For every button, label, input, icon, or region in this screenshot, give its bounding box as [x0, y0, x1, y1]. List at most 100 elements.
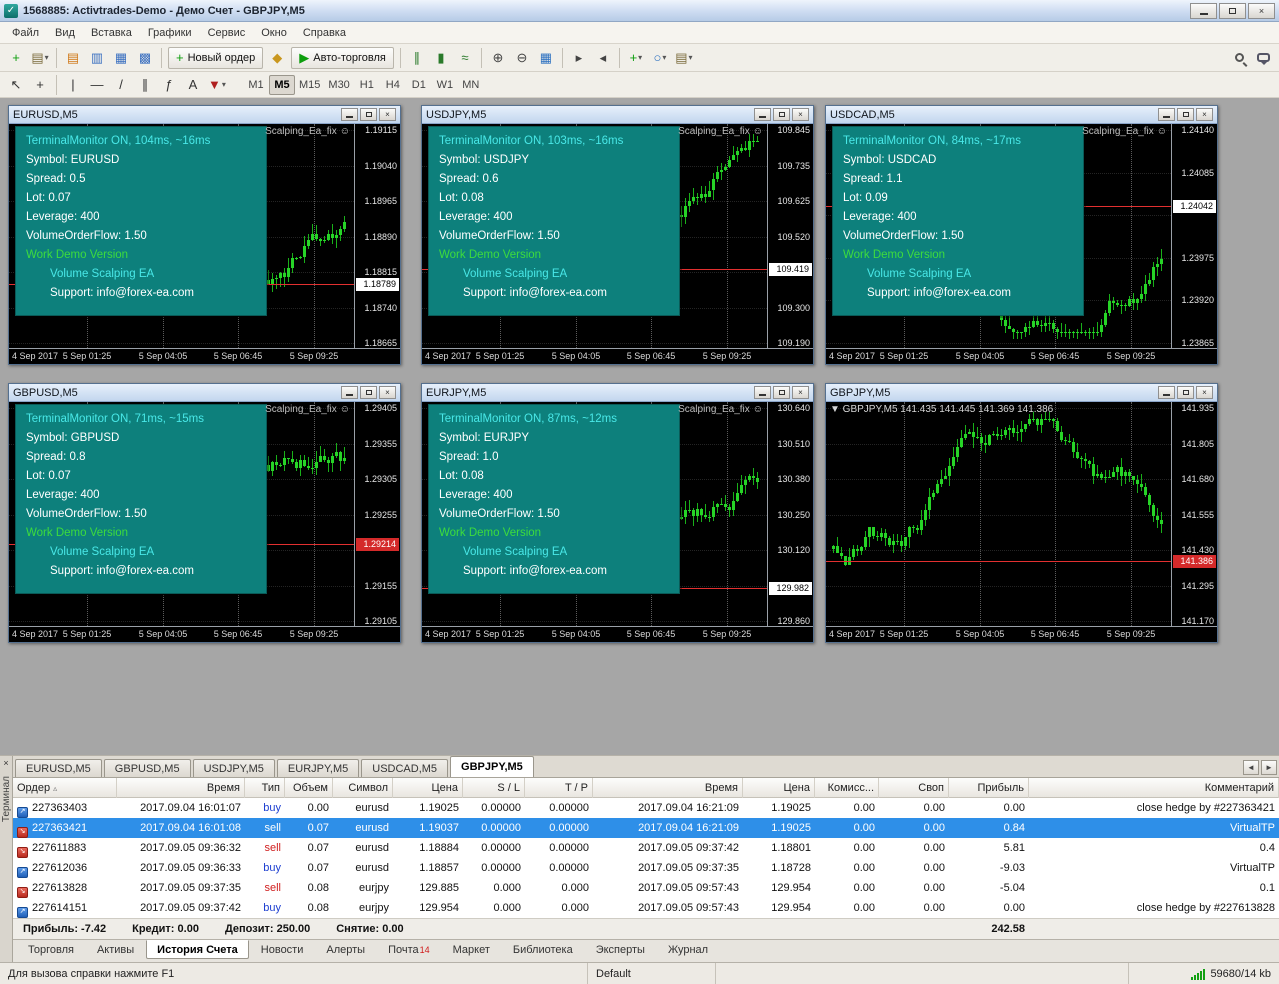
chart-window-eurjpy[interactable]: EURJPY,M5 × TerminalMonitor ON, 87ms, ~12m… — [421, 383, 814, 643]
menu-item-0[interactable]: Файл — [4, 24, 47, 42]
chart-window-eurusd[interactable]: EURUSD,M5 × TerminalMonitor ON, 104ms, ~16… — [8, 105, 401, 365]
horizontal-line-button[interactable]: — — [85, 74, 109, 96]
chart-title-bar[interactable]: GBPUSD,M5 × — [9, 384, 400, 402]
auto-scroll-button[interactable]: ▸ — [567, 47, 591, 69]
status-profile[interactable]: Default — [588, 963, 716, 984]
terminal-tab-почта[interactable]: Почта 14 — [377, 940, 441, 959]
time-axis[interactable]: 4 Sep 2017 5 Sep 01:25 5 Sep 04:05 5 Sep 06… — [9, 626, 400, 641]
chart-plot[interactable]: TerminalMonitor ON, 84ms, ~17ms Symbol: U… — [826, 124, 1171, 348]
time-axis[interactable]: 4 Sep 2017 5 Sep 01:25 5 Sep 04:05 5 Sep 06… — [422, 348, 813, 363]
trend-line-button[interactable]: / — [109, 74, 133, 96]
chart-plot[interactable]: TerminalMonitor ON, 103ms, ~16ms Symbol: … — [422, 124, 767, 348]
time-axis[interactable]: 4 Sep 2017 5 Sep 01:25 5 Sep 04:05 5 Sep 06… — [9, 348, 400, 363]
zoom-out-button[interactable]: ⊖ — [510, 47, 534, 69]
chart-tab-usdjpy[interactable]: USDJPY,M5 — [192, 759, 275, 777]
chart-restore-button[interactable] — [1177, 108, 1194, 121]
chart-plot[interactable]: TerminalMonitor ON, 104ms, ~16ms Symbol: … — [9, 124, 354, 348]
templates-button[interactable]: ▤ ▾ — [672, 47, 696, 69]
chart-title-bar[interactable]: USDJPY,M5 × — [422, 106, 813, 124]
menu-item-4[interactable]: Сервис — [200, 24, 254, 42]
close-button[interactable]: × — [1248, 2, 1275, 19]
equidistant-channel-button[interactable]: ∥ — [133, 74, 157, 96]
column-header-10[interactable]: Комисс... — [815, 778, 879, 798]
column-header-7[interactable]: T / P — [525, 778, 593, 798]
chart-plot[interactable]: TerminalMonitor ON, 71ms, ~15ms Symbol: G… — [9, 402, 354, 626]
column-header-0[interactable]: Ордер ▵ — [13, 778, 117, 798]
chart-minimize-button[interactable] — [341, 108, 358, 121]
chart-profiles-button[interactable]: ▤ ▾ — [28, 47, 52, 69]
chart-title-bar[interactable]: GBPJPY,M5 × — [826, 384, 1217, 402]
chart-window-gbpjpy[interactable]: GBPJPY,M5 × ▼ GBPJPY,M5 141.435 141.445 14… — [825, 383, 1218, 643]
menu-item-3[interactable]: Графики — [140, 24, 200, 42]
chart-restore-button[interactable] — [773, 386, 790, 399]
chart-minimize-button[interactable] — [1158, 108, 1175, 121]
chart-close-button[interactable]: × — [1196, 108, 1213, 121]
chart-plot[interactable]: TerminalMonitor ON, 87ms, ~12ms Symbol: E… — [422, 402, 767, 626]
terminal-tab-алерты[interactable]: Алерты — [315, 940, 376, 959]
time-axis[interactable]: 4 Sep 2017 5 Sep 01:25 5 Sep 04:05 5 Sep 06… — [422, 626, 813, 641]
chart-close-button[interactable]: × — [1196, 386, 1213, 399]
search-button[interactable] — [1227, 47, 1251, 69]
chart-minimize-button[interactable] — [1158, 386, 1175, 399]
timeframe-m30[interactable]: M30 — [324, 75, 353, 95]
menu-item-1[interactable]: Вид — [47, 24, 83, 42]
chart-close-button[interactable]: × — [379, 386, 396, 399]
chart-minimize-button[interactable] — [754, 386, 771, 399]
chart-window-usdcad[interactable]: USDCAD,M5 × TerminalMonitor ON, 84ms, ~17m… — [825, 105, 1218, 365]
column-header-4[interactable]: Символ — [333, 778, 393, 798]
timeframe-m1[interactable]: M1 — [243, 75, 269, 95]
column-header-12[interactable]: Прибыль — [949, 778, 1029, 798]
table-row[interactable]: ↗ 227363403 2017.09.04 16:01:07 buy 0.00 euru… — [13, 798, 1279, 818]
indicators-button[interactable]: + ▾ — [624, 47, 648, 69]
terminal-tab-маркет[interactable]: Маркет — [442, 940, 501, 959]
terminal-tab-эксперты[interactable]: Эксперты — [585, 940, 656, 959]
cursor-button[interactable]: ↖ — [4, 74, 28, 96]
metaeditor-button[interactable]: ◆ — [265, 47, 289, 69]
chart-close-button[interactable]: × — [792, 108, 809, 121]
price-scale[interactable]: 109.845 109.735 109.625 109.520 109.300 109.1… — [767, 124, 813, 348]
arrow-objects-button[interactable]: ▼ ▾ — [205, 74, 229, 96]
price-scale[interactable]: 1.19115 1.19040 1.18965 1.18890 1.18815 1.187… — [354, 124, 400, 348]
chart-restore-button[interactable] — [360, 386, 377, 399]
chart-tab-gbpjpy[interactable]: GBPJPY,M5 — [450, 756, 534, 777]
tile-windows-button[interactable]: ▦ — [534, 47, 558, 69]
terminal-tab-торговля[interactable]: Торговля — [17, 940, 85, 959]
restore-button[interactable] — [1219, 2, 1246, 19]
chart-title-bar[interactable]: EURUSD,M5 × — [9, 106, 400, 124]
terminal-tab-библиотека[interactable]: Библиотека — [502, 940, 584, 959]
price-scale[interactable]: 1.29405 1.29355 1.29305 1.29255 1.29155 1.291… — [354, 402, 400, 626]
market-watch-button[interactable]: ▤ — [61, 47, 85, 69]
timeframe-m5[interactable]: M5 — [269, 74, 295, 95]
chart-window-usdjpy[interactable]: USDJPY,M5 × TerminalMonitor ON, 103ms, ~16… — [421, 105, 814, 365]
new-chart-button[interactable]: + — [4, 47, 28, 69]
chart-close-button[interactable]: × — [379, 108, 396, 121]
chat-button[interactable] — [1251, 47, 1275, 69]
chart-restore-button[interactable] — [360, 108, 377, 121]
terminal-tab-активы[interactable]: Активы — [86, 940, 145, 959]
bar-chart-mode-button[interactable]: ∥ — [405, 47, 429, 69]
chart-tab-gbpusd[interactable]: GBPUSD,M5 — [103, 759, 191, 777]
terminal-tab-история-счета[interactable]: История Счета — [146, 940, 249, 959]
periods-button[interactable]: ○ ▾ — [648, 47, 672, 69]
minimize-button[interactable] — [1190, 2, 1217, 19]
chart-restore-button[interactable] — [773, 108, 790, 121]
chart-tab-usdcad[interactable]: USDCAD,M5 — [361, 759, 449, 777]
terminal-tab-журнал[interactable]: Журнал — [657, 940, 719, 959]
chart-window-gbpusd[interactable]: GBPUSD,M5 × TerminalMonitor ON, 71ms, ~15m… — [8, 383, 401, 643]
terminal-panel-button[interactable]: ▩ — [133, 47, 157, 69]
table-row[interactable]: ↗ 227614151 2017.09.05 09:37:42 buy 0.08 eurj… — [13, 898, 1279, 918]
timeframe-h1[interactable]: H1 — [354, 75, 380, 95]
table-row[interactable]: ↘ 227611883 2017.09.05 09:36:32 sell 0.07 eur… — [13, 838, 1279, 858]
terminal-tab-новости[interactable]: Новости — [250, 940, 315, 959]
auto-trading-button[interactable]: ▶ Авто-торговля — [291, 46, 394, 69]
chart-shift-button[interactable]: ◂ — [591, 47, 615, 69]
column-header-13[interactable]: Комментарий — [1029, 778, 1279, 798]
terminal-close-icon[interactable]: × — [3, 756, 8, 770]
tab-scroll-left-icon[interactable]: ◄ — [1243, 760, 1259, 775]
column-header-11[interactable]: Своп — [879, 778, 949, 798]
column-header-2[interactable]: Тип — [245, 778, 285, 798]
text-label-button[interactable]: A — [181, 74, 205, 96]
candlestick-mode-button[interactable]: ▮ — [429, 47, 453, 69]
title-bar[interactable]: ✓ 1568885: Activtrades-Demo - Демо Счет … — [0, 0, 1279, 22]
menu-item-6[interactable]: Справка — [295, 24, 354, 42]
